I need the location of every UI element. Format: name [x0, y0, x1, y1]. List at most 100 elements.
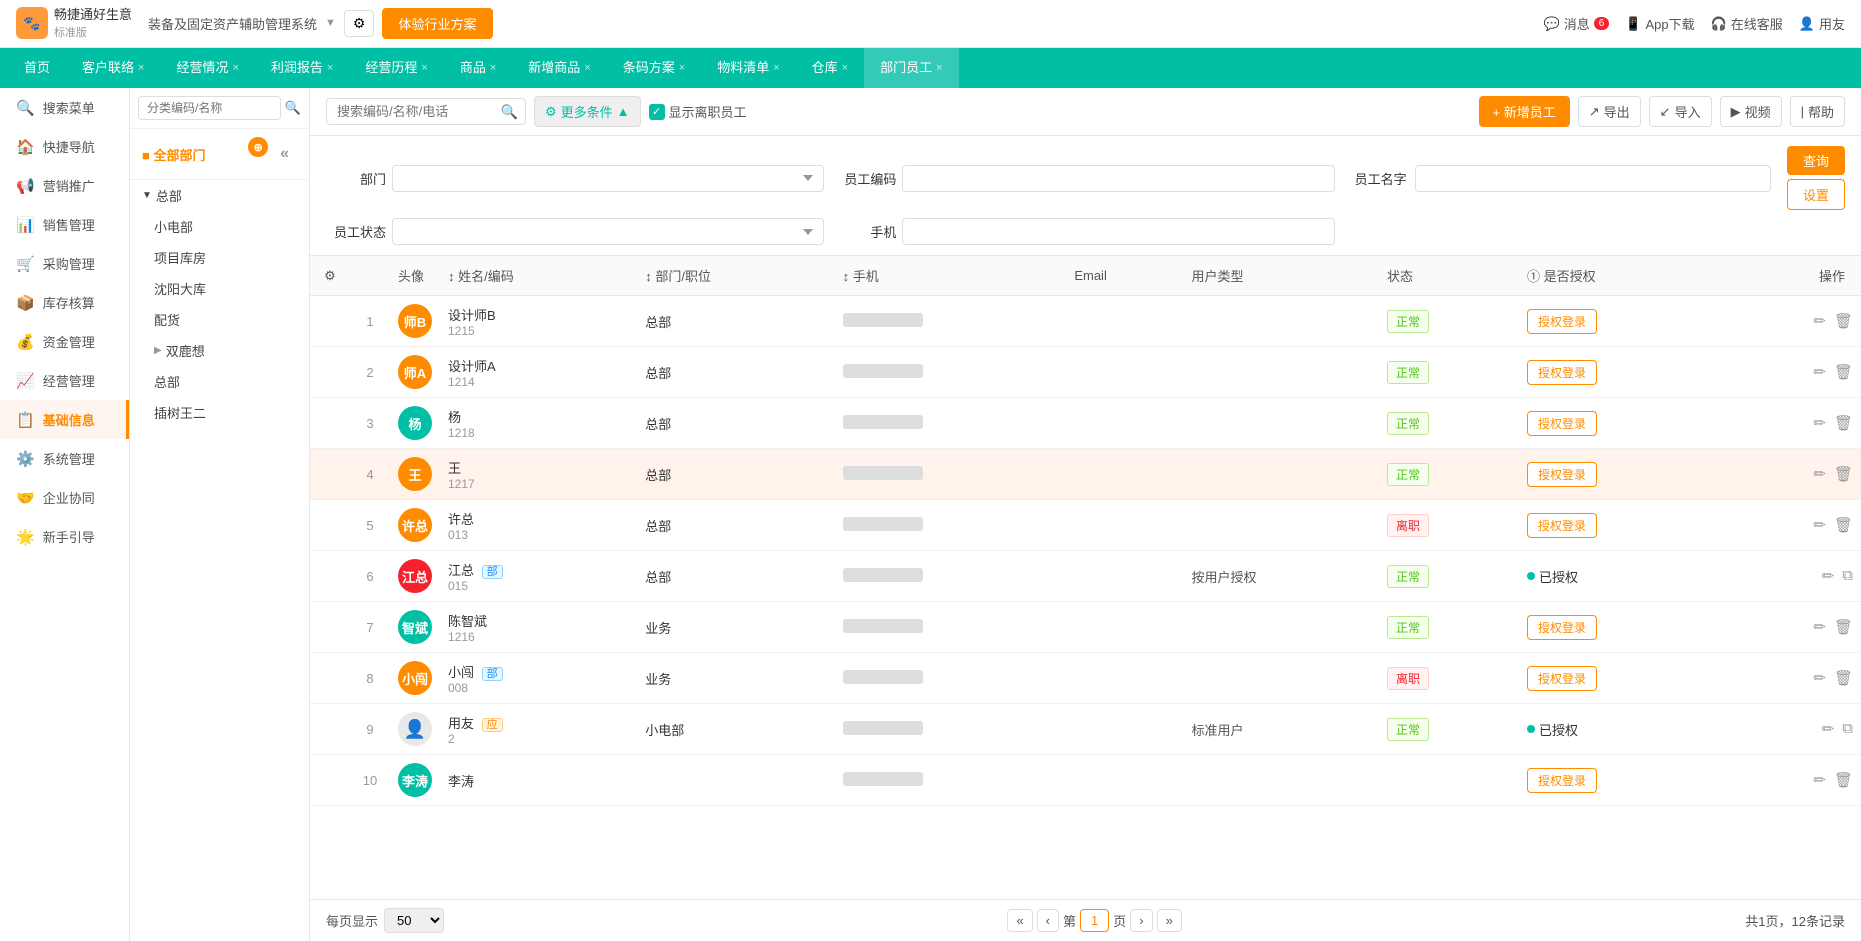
collapse-button[interactable]: « — [272, 137, 297, 171]
copy-icon[interactable]: ⧉ — [1842, 720, 1853, 738]
auth-button[interactable]: 授权登录 — [1527, 666, 1597, 691]
system-dropdown-icon[interactable]: ▼ — [325, 17, 336, 29]
delete-icon[interactable]: 🗑 — [1834, 414, 1853, 432]
close-icon[interactable]: × — [138, 48, 144, 88]
search-input[interactable] — [326, 98, 526, 125]
user-area[interactable]: 👤 用友 — [1799, 14, 1845, 33]
query-button[interactable]: 查询 — [1787, 146, 1845, 175]
edit-icon[interactable]: ✏ — [1822, 720, 1835, 738]
tab-profit[interactable]: 利润报告 × — [255, 48, 349, 88]
sidebar-item-inventory[interactable]: 📦 库存核算 — [0, 283, 129, 322]
filter-code-input[interactable] — [902, 165, 1334, 192]
view-button[interactable]: ▶ 视频 — [1720, 96, 1782, 127]
dept-item-delivery[interactable]: 配货 — [130, 304, 309, 335]
close-icon[interactable]: × — [773, 48, 779, 88]
tab-customer[interactable]: 客户联络 × — [66, 48, 160, 88]
delete-icon[interactable]: 🗑 — [1834, 312, 1853, 330]
message-btn[interactable]: 💬 消息 6 — [1544, 14, 1610, 33]
delete-icon[interactable]: 🗑 — [1834, 618, 1853, 636]
close-icon[interactable]: × — [584, 48, 590, 88]
delete-icon[interactable]: 🗑 — [1834, 771, 1853, 789]
filter-status-select[interactable] — [392, 218, 824, 245]
filter-name-input[interactable] — [1415, 165, 1771, 192]
export-button[interactable]: ↗ 导出 — [1578, 96, 1641, 127]
tab-bom[interactable]: 物料清单 × — [701, 48, 795, 88]
dept-group-head[interactable]: ▼ 总部 — [130, 180, 309, 211]
col-name[interactable]: ↕ 姓名/编码 — [440, 256, 637, 296]
tab-history[interactable]: 经营历程 × — [349, 48, 443, 88]
dept-item-zongbu[interactable]: 总部 — [130, 366, 309, 397]
prev-page-button[interactable]: ‹ — [1037, 909, 1059, 932]
filter-dept-select[interactable] — [392, 165, 824, 192]
col-dept[interactable]: ↕ 部门/职位 — [637, 256, 834, 296]
sidebar-item-collab[interactable]: 🤝 企业协同 — [0, 478, 129, 517]
auth-button[interactable]: 授权登录 — [1527, 309, 1597, 334]
sidebar-item-purchase[interactable]: 🛒 采购管理 — [0, 244, 129, 283]
last-page-button[interactable]: » — [1157, 909, 1182, 932]
trial-button[interactable]: 体验行业方案 — [382, 8, 492, 39]
tab-warehouse[interactable]: 仓库 × — [796, 48, 864, 88]
tab-operation[interactable]: 经营情况 × — [160, 48, 254, 88]
dept-add-icon[interactable]: ⊕ — [248, 137, 268, 157]
dept-item-xiaodian[interactable]: 小电部 — [130, 211, 309, 242]
tab-goods[interactable]: 商品 × — [444, 48, 512, 88]
tab-new-goods[interactable]: 新增商品 × — [512, 48, 606, 88]
edit-icon[interactable]: ✏ — [1822, 567, 1835, 585]
sidebar-item-manage[interactable]: 📈 经营管理 — [0, 361, 129, 400]
close-icon[interactable]: × — [232, 48, 238, 88]
next-page-button[interactable]: › — [1130, 909, 1152, 932]
close-icon[interactable]: × — [679, 48, 685, 88]
dept-item-shenyang[interactable]: 沈阳大库 — [130, 273, 309, 304]
edit-icon[interactable]: ✏ — [1813, 669, 1826, 687]
show-resigned-checkbox[interactable]: ✓ — [649, 104, 665, 120]
settings-button[interactable]: ⚙ — [344, 10, 375, 37]
sidebar-item-basic[interactable]: 📋 基础信息 — [0, 400, 129, 439]
tab-home[interactable]: 首页 — [8, 48, 66, 88]
sidebar-item-finance[interactable]: 💰 资金管理 — [0, 322, 129, 361]
close-icon[interactable]: × — [842, 48, 848, 88]
online-service-btn[interactable]: 🎧 在线客服 — [1711, 14, 1783, 33]
app-download-btn[interactable]: 📱 App下载 — [1625, 14, 1694, 33]
import-button[interactable]: ↙ 导入 — [1649, 96, 1712, 127]
auth-button[interactable]: 授权登录 — [1527, 615, 1597, 640]
dept-item-project[interactable]: 项目库房 — [130, 242, 309, 273]
sidebar-item-system[interactable]: ⚙️ 系统管理 — [0, 439, 129, 478]
delete-icon[interactable]: 🗑 — [1834, 363, 1853, 381]
delete-icon[interactable]: 🗑 — [1834, 465, 1853, 483]
edit-icon[interactable]: ✏ — [1813, 618, 1826, 636]
close-icon[interactable]: × — [936, 48, 942, 88]
tab-barcode[interactable]: 条码方案 × — [607, 48, 701, 88]
delete-icon[interactable]: 🗑 — [1834, 516, 1853, 534]
per-page-select[interactable]: 50 100 200 — [384, 908, 444, 933]
auth-button[interactable]: 授权登录 — [1527, 513, 1597, 538]
edit-icon[interactable]: ✏ — [1813, 465, 1826, 483]
sidebar-item-search[interactable]: 🔍 搜索菜单 — [0, 88, 129, 127]
edit-icon[interactable]: ✏ — [1813, 414, 1826, 432]
add-employee-button[interactable]: + 新增员工 — [1479, 96, 1570, 127]
sidebar-item-marketing[interactable]: 📢 营销推广 — [0, 166, 129, 205]
show-resigned-label[interactable]: ✓ 显示离职员工 — [649, 102, 747, 121]
dept-search-input[interactable] — [138, 96, 281, 120]
edit-icon[interactable]: ✏ — [1813, 516, 1826, 534]
col-phone[interactable]: ↕ 手机 — [835, 256, 1067, 296]
dept-item-shuanglu[interactable]: ▶ 双鹿想 — [130, 335, 309, 366]
auth-button[interactable]: 授权登录 — [1527, 462, 1597, 487]
auth-button[interactable]: 授权登录 — [1527, 768, 1597, 793]
sidebar-item-guide[interactable]: 🌟 新手引导 — [0, 517, 129, 556]
copy-icon[interactable]: ⧉ — [1842, 567, 1853, 585]
close-icon[interactable]: × — [327, 48, 333, 88]
close-icon[interactable]: × — [421, 48, 427, 88]
edit-icon[interactable]: ✏ — [1813, 363, 1826, 381]
col-gear[interactable]: ⚙ — [310, 256, 350, 296]
edit-icon[interactable]: ✏ — [1813, 312, 1826, 330]
auth-button[interactable]: 授权登录 — [1527, 360, 1597, 385]
dept-search-icon[interactable]: 🔍 — [285, 100, 301, 116]
reset-button[interactable]: 设置 — [1787, 179, 1845, 210]
dept-item-chushu[interactable]: 插树王二 — [130, 397, 309, 428]
sidebar-item-sales[interactable]: 📊 销售管理 — [0, 205, 129, 244]
auth-button[interactable]: 授权登录 — [1527, 411, 1597, 436]
help-button[interactable]: | 帮助 — [1790, 96, 1845, 127]
first-page-button[interactable]: « — [1007, 909, 1032, 932]
close-icon[interactable]: × — [490, 48, 496, 88]
more-filter-button[interactable]: ⚙ 更多条件 ▲ — [534, 96, 641, 127]
